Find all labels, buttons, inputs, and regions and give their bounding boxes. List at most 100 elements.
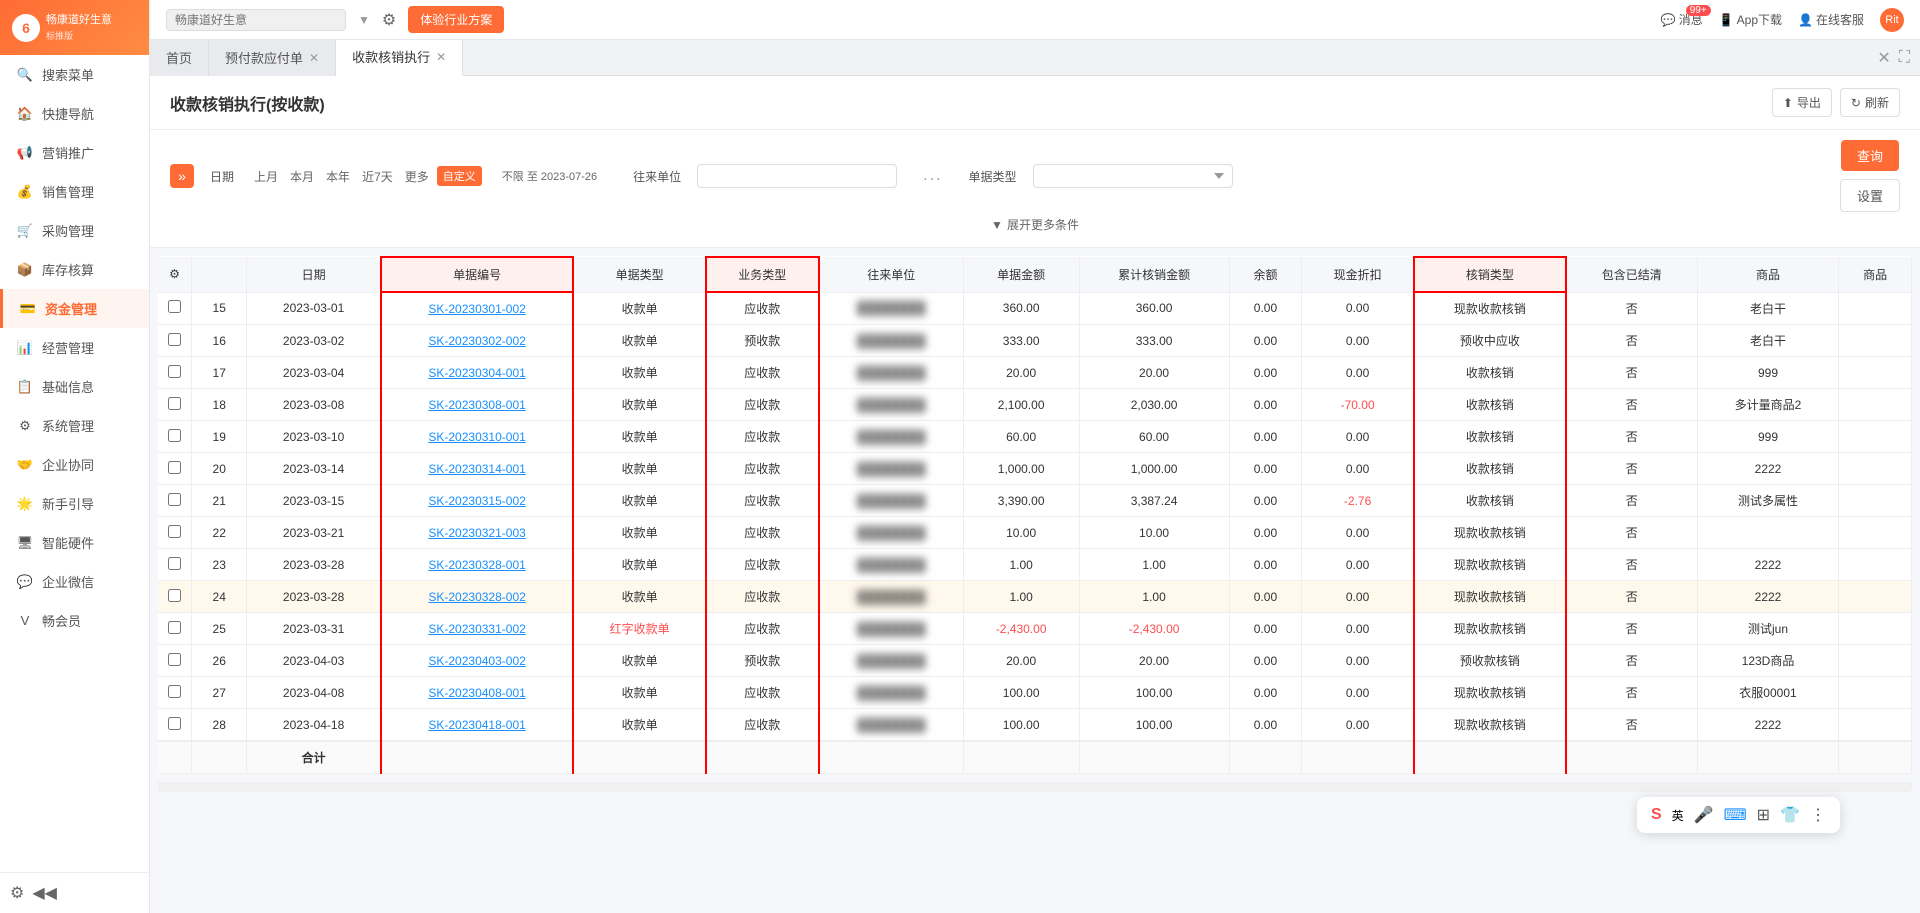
row-checkbox[interactable]	[158, 421, 192, 453]
doc-type-select[interactable]	[1033, 164, 1233, 188]
row-doc-no[interactable]: SK-20230302-002	[381, 325, 574, 357]
row-doc-no[interactable]: SK-20230301-002	[381, 292, 574, 325]
row-doc-no[interactable]: SK-20230331-002	[381, 613, 574, 645]
row-checkbox[interactable]	[158, 292, 192, 325]
row-doc-no[interactable]: SK-20230308-001	[381, 389, 574, 421]
horizontal-scrollbar[interactable]	[158, 782, 1912, 792]
sidebar-item-finance[interactable]: 💳 资金管理	[0, 289, 149, 328]
keyboard-icon[interactable]: ⌨	[1724, 805, 1747, 825]
date-this-year-button[interactable]: 本年	[322, 166, 354, 187]
tab-receipts[interactable]: 收款核销执行 ✕	[336, 40, 463, 76]
row-checkbox-input[interactable]	[168, 525, 181, 538]
filter-expand-button[interactable]: »	[170, 164, 194, 188]
row-checkbox-input[interactable]	[168, 365, 181, 378]
refresh-button[interactable]: ↻ 刷新	[1840, 88, 1900, 117]
tab-expand-icon[interactable]: ⛶	[1899, 49, 1910, 67]
row-checkbox-input[interactable]	[168, 429, 181, 442]
row-goods: 测试jun	[1697, 613, 1839, 645]
row-checkbox-input[interactable]	[168, 493, 181, 506]
row-checkbox-input[interactable]	[168, 333, 181, 346]
online-service-button[interactable]: 👤 在线客服	[1798, 11, 1864, 28]
date-more-button[interactable]: 更多	[401, 166, 433, 187]
sidebar-item-search[interactable]: 🔍 搜索菜单	[0, 55, 149, 94]
row-doc-no[interactable]: SK-20230310-001	[381, 421, 574, 453]
row-checkbox[interactable]	[158, 357, 192, 389]
more-icon[interactable]: ⋮	[1810, 805, 1826, 825]
row-checkbox[interactable]	[158, 517, 192, 549]
sidebar-item-system[interactable]: ⚙ 系统管理	[0, 406, 149, 445]
tab-prepay-close-icon[interactable]: ✕	[309, 51, 319, 65]
date-last-month-button[interactable]: 上月	[250, 166, 282, 187]
row-checkbox-input[interactable]	[168, 621, 181, 634]
shirt-icon[interactable]: 👕	[1780, 805, 1800, 825]
sidebar-item-inventory[interactable]: 📦 库存核算	[0, 250, 149, 289]
row-doc-no[interactable]: SK-20230315-002	[381, 485, 574, 517]
filter-settings-button[interactable]: 设置	[1840, 179, 1900, 212]
sidebar-item-shortcuts[interactable]: 🏠 快捷导航	[0, 94, 149, 133]
query-button[interactable]: 查询	[1841, 140, 1899, 171]
tab-prepay[interactable]: 预付款应付单 ✕	[209, 40, 336, 76]
user-avatar[interactable]: Rit	[1880, 8, 1904, 32]
tab-home[interactable]: 首页	[150, 40, 209, 76]
expand-more-button[interactable]: ▼ 展开更多条件	[991, 216, 1079, 233]
date-this-month-button[interactable]: 本月	[286, 166, 318, 187]
sidebar-item-wechat[interactable]: 💬 企业微信	[0, 562, 149, 601]
sidebar-item-operations[interactable]: 📊 经营管理	[0, 328, 149, 367]
row-checkbox[interactable]	[158, 453, 192, 485]
row-doc-no[interactable]: SK-20230304-001	[381, 357, 574, 389]
row-checkbox[interactable]	[158, 325, 192, 357]
row-checkbox-input[interactable]	[168, 685, 181, 698]
row-checkbox[interactable]	[158, 485, 192, 517]
th-gear[interactable]: ⚙	[158, 257, 192, 292]
sidebar-item-guide[interactable]: 🌟 新手引导	[0, 484, 149, 523]
sidebar-item-purchase[interactable]: 🛒 采购管理	[0, 211, 149, 250]
industry-solution-button[interactable]: 体验行业方案	[408, 6, 504, 33]
row-checkbox[interactable]	[158, 581, 192, 613]
sidebar-item-sales[interactable]: 💰 销售管理	[0, 172, 149, 211]
row-checkbox[interactable]	[158, 389, 192, 421]
row-checkbox-input[interactable]	[168, 589, 181, 602]
sidebar-menu: 🔍 搜索菜单 🏠 快捷导航 📢 营销推广 💰 销售管理 🛒 采购管理 📦 库存核…	[0, 55, 149, 872]
app-download-button[interactable]: 📱 App下载	[1719, 11, 1782, 28]
grid-icon[interactable]: ⊞	[1757, 805, 1770, 825]
topbar-title-input[interactable]	[166, 9, 346, 31]
tab-receipts-close-icon[interactable]: ✕	[436, 50, 446, 64]
sidebar-item-hardware[interactable]: 🖥 智能硬件	[0, 523, 149, 562]
row-balance: 0.00	[1229, 292, 1302, 325]
chevron-down-icon: ▼	[991, 218, 1003, 232]
row-checkbox-input[interactable]	[168, 653, 181, 666]
row-doc-no[interactable]: SK-20230328-002	[381, 581, 574, 613]
export-button[interactable]: ⬆ 导出	[1772, 88, 1832, 117]
row-doc-no[interactable]: SK-20230408-001	[381, 677, 574, 709]
sidebar-item-label: 企业微信	[42, 572, 94, 591]
mic-icon[interactable]: 🎤	[1694, 805, 1714, 825]
message-button[interactable]: 💬 消息 99+	[1661, 11, 1703, 28]
sidebar-item-basic[interactable]: 📋 基础信息	[0, 367, 149, 406]
row-checkbox-input[interactable]	[168, 300, 181, 313]
partner-input[interactable]	[697, 164, 897, 188]
row-checkbox[interactable]	[158, 613, 192, 645]
row-checkbox[interactable]	[158, 709, 192, 742]
row-checkbox-input[interactable]	[168, 461, 181, 474]
row-doc-no[interactable]: SK-20230403-002	[381, 645, 574, 677]
row-checkbox-input[interactable]	[168, 717, 181, 730]
sidebar-item-member[interactable]: V 畅会员	[0, 601, 149, 640]
tab-close-all-icon[interactable]: ✕	[1877, 48, 1890, 68]
row-checkbox-input[interactable]	[168, 557, 181, 570]
sidebar-item-enterprise[interactable]: 🤝 企业协同	[0, 445, 149, 484]
date-7days-button[interactable]: 近7天	[358, 166, 397, 187]
row-checkbox-input[interactable]	[168, 397, 181, 410]
row-doc-no[interactable]: SK-20230321-003	[381, 517, 574, 549]
dropdown-arrow-icon[interactable]: ▼	[358, 13, 370, 27]
settings-icon[interactable]: ⚙	[10, 883, 24, 903]
row-checkbox[interactable]	[158, 549, 192, 581]
row-checkbox[interactable]	[158, 645, 192, 677]
collapse-icon[interactable]: ◀◀	[32, 883, 57, 903]
row-doc-no[interactable]: SK-20230418-001	[381, 709, 574, 742]
date-custom-button[interactable]: 自定义	[437, 166, 482, 186]
row-doc-no[interactable]: SK-20230328-001	[381, 549, 574, 581]
row-doc-no[interactable]: SK-20230314-001	[381, 453, 574, 485]
topbar-gear-icon[interactable]: ⚙	[382, 10, 396, 30]
row-checkbox[interactable]	[158, 677, 192, 709]
sidebar-item-marketing[interactable]: 📢 营销推广	[0, 133, 149, 172]
